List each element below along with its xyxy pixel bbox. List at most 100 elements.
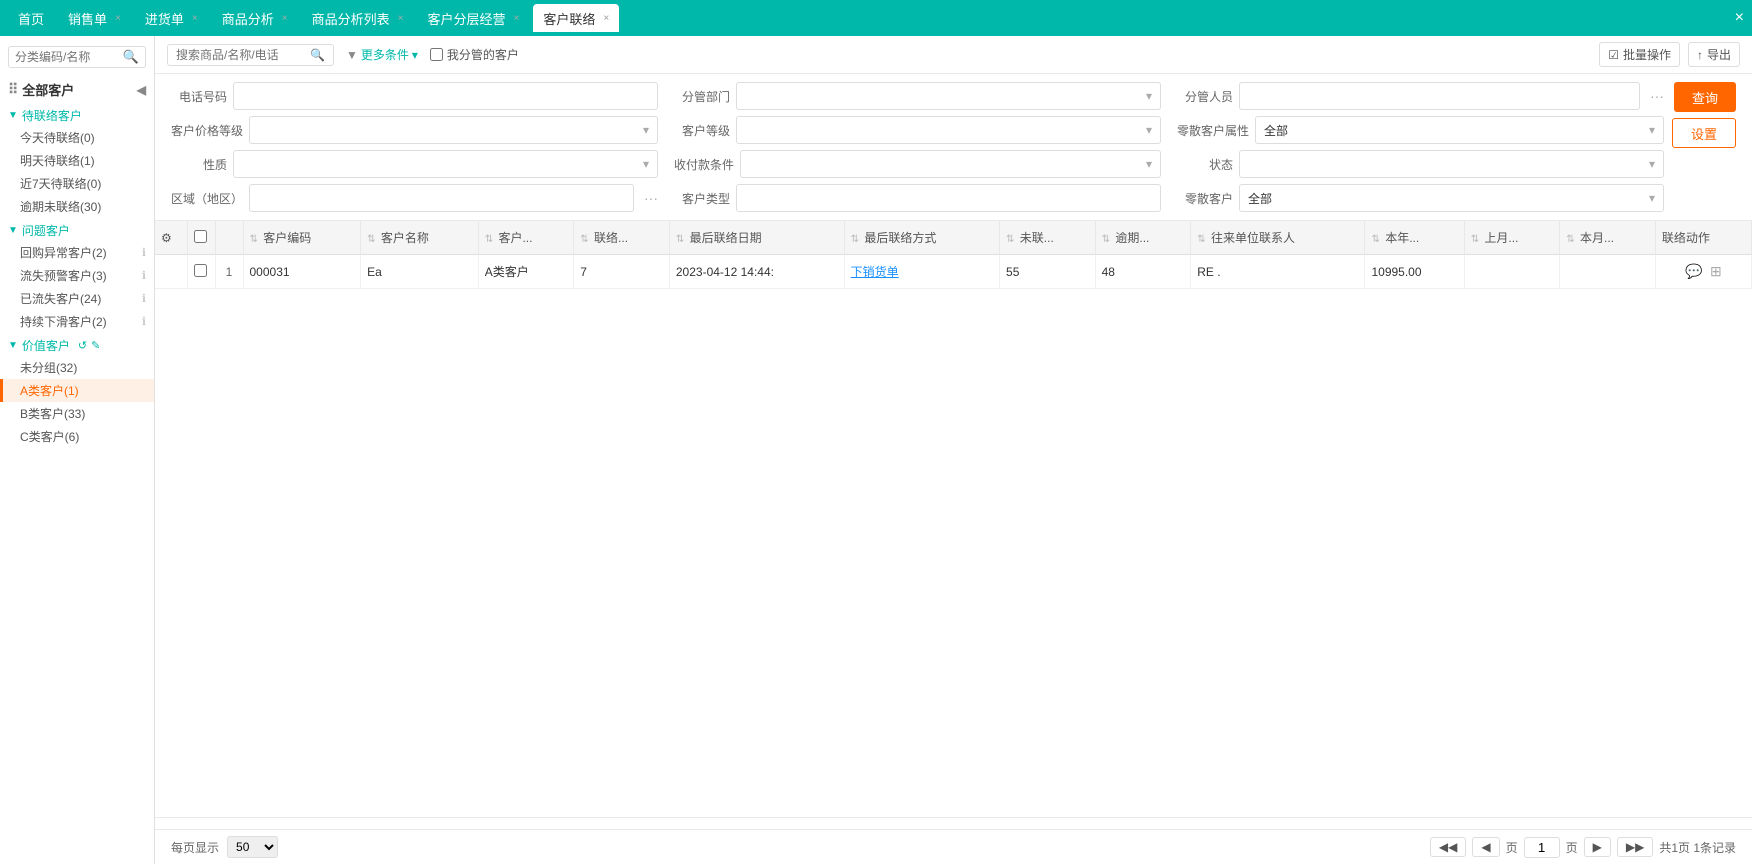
my-customers-checkbox[interactable]: 我分管的客户: [430, 46, 519, 63]
chat-icon[interactable]: 💬: [1685, 263, 1702, 279]
col-overdue-label: 逾期...: [1115, 231, 1149, 245]
dept-select[interactable]: ▾: [736, 82, 1161, 110]
retail-attr-select[interactable]: 全部 ▾: [1255, 116, 1664, 144]
col-year-amount[interactable]: ⇅ 本年...: [1365, 221, 1464, 255]
close-icon[interactable]: ×: [603, 13, 609, 24]
region-input[interactable]: [249, 184, 634, 212]
pending-contact-group[interactable]: ▼ 待联络客户: [0, 103, 154, 126]
nav-item-home[interactable]: 首页: [8, 4, 54, 32]
retail-customer-select[interactable]: 全部 ▾: [1239, 184, 1664, 212]
my-customers-check[interactable]: [430, 48, 443, 61]
payment-select[interactable]: ▾: [740, 150, 1161, 178]
col-category-label: 客户...: [498, 231, 532, 245]
manager-input[interactable]: [1239, 82, 1640, 110]
nav-item-goods-list[interactable]: 商品分析列表 ×: [302, 4, 414, 32]
next-next-btn[interactable]: ▶▶: [1617, 837, 1653, 857]
collapse-icon[interactable]: ◀: [137, 83, 146, 97]
close-icon[interactable]: ×: [513, 13, 519, 24]
nav-item-purchase[interactable]: 进货单 ×: [135, 4, 208, 32]
prev-prev-btn[interactable]: ◀◀: [1430, 837, 1466, 857]
problem-customers-group[interactable]: ▼ 问题客户: [0, 218, 154, 241]
col-category[interactable]: ⇅ 客户...: [478, 221, 574, 255]
a-class-customers[interactable]: A类客户(1): [0, 379, 154, 402]
week-pending[interactable]: 近7天待联络(0): [0, 172, 154, 195]
prev-btn[interactable]: ◀: [1472, 837, 1499, 857]
close-icon[interactable]: ×: [398, 13, 404, 24]
gear-icon[interactable]: ⚙: [161, 231, 172, 245]
close-icon[interactable]: ×: [192, 13, 198, 24]
c-class-customers[interactable]: C类客户(6): [0, 425, 154, 448]
search-input[interactable]: [176, 48, 306, 62]
nature-select[interactable]: ▾: [233, 150, 658, 178]
sidebar-all-customers-header[interactable]: ⠿ 全部客户 ◀: [0, 76, 154, 103]
col-this-month[interactable]: ⇅ 本月...: [1560, 221, 1656, 255]
price-grade-select[interactable]: ▾: [249, 116, 658, 144]
col-no-contact[interactable]: ⇅ 未联...: [1000, 221, 1096, 255]
col-last-month[interactable]: ⇅ 上月...: [1464, 221, 1560, 255]
nav-item-sales[interactable]: 销售单 ×: [58, 4, 131, 32]
value-customers-group[interactable]: ▼ 价值客户 ↺ ✎: [0, 333, 154, 356]
nav-item-goods-analysis[interactable]: 商品分析 ×: [212, 4, 298, 32]
per-page-select[interactable]: 50 100 200: [227, 836, 278, 858]
ellipsis-icon[interactable]: ···: [644, 190, 658, 206]
tomorrow-pending[interactable]: 明天待联络(1): [0, 149, 154, 172]
close-icon[interactable]: ×: [282, 13, 288, 24]
page-number-input[interactable]: [1524, 837, 1560, 858]
phone-input[interactable]: [233, 82, 658, 110]
retail-customer-label: 零散客户: [1177, 190, 1233, 207]
overdue-contact[interactable]: 逾期未联络(30): [0, 195, 154, 218]
search-box[interactable]: 🔍: [167, 44, 334, 66]
row-last-month: [1464, 255, 1560, 289]
overdue-contact-label: 逾期未联络(30): [20, 198, 101, 215]
repurchase-abnormal[interactable]: 回购异常客户(2) ℹ: [0, 241, 154, 264]
dept-field: 分管部门 ▾: [674, 82, 1161, 110]
ellipsis-icon[interactable]: ···: [1650, 88, 1664, 104]
sort-icon: ⇅: [1371, 234, 1379, 245]
batch-op-button[interactable]: ☑ 批量操作: [1599, 42, 1680, 67]
edit-icon[interactable]: ✎: [91, 339, 100, 352]
scroll-area[interactable]: [155, 817, 1752, 829]
customer-type-input[interactable]: [736, 184, 1161, 212]
row-check[interactable]: [194, 264, 207, 277]
col-overdue[interactable]: ⇅ 逾期...: [1095, 221, 1191, 255]
row-action[interactable]: 💬 ⊞: [1655, 255, 1751, 289]
next-btn[interactable]: ▶: [1584, 837, 1611, 857]
col-last-date[interactable]: ⇅ 最后联络日期: [669, 221, 844, 255]
setting-button[interactable]: 设置: [1672, 118, 1736, 148]
select-all-checkbox[interactable]: [194, 230, 207, 243]
close-icon[interactable]: ×: [115, 13, 121, 24]
row-category: A类客户: [478, 255, 574, 289]
sidebar-search-input[interactable]: [15, 50, 123, 64]
refresh-icon[interactable]: ↺: [78, 339, 87, 352]
col-customer-code[interactable]: ⇅ 客户编码: [243, 221, 361, 255]
row-checkbox[interactable]: [187, 255, 215, 289]
col-last-month-label: 上月...: [1484, 231, 1518, 245]
col-last-method[interactable]: ⇅ 最后联络方式: [844, 221, 999, 255]
col-settings[interactable]: ⚙: [155, 221, 187, 255]
nav-item-customer-tier[interactable]: 客户分层经营 ×: [417, 4, 529, 32]
dept-label: 分管部门: [674, 88, 730, 105]
nav-item-customer-contact[interactable]: 客户联络 ×: [533, 4, 619, 32]
more-filters-button[interactable]: ▼ 更多条件 ▾: [346, 46, 418, 63]
col-customer-name[interactable]: ⇅ 客户名称: [361, 221, 479, 255]
ungroup[interactable]: 未分组(32): [0, 356, 154, 379]
qr-icon[interactable]: ⊞: [1710, 263, 1722, 279]
customer-grade-select[interactable]: ▾: [736, 116, 1161, 144]
col-contact-count[interactable]: ⇅ 联络...: [574, 221, 670, 255]
status-select[interactable]: ▾: [1239, 150, 1664, 178]
col-contact-person[interactable]: ⇅ 往来单位联系人: [1191, 221, 1365, 255]
b-class-customers[interactable]: B类客户(33): [0, 402, 154, 425]
col-checkbox[interactable]: [187, 221, 215, 255]
close-all-button[interactable]: ×: [1735, 9, 1744, 27]
query-button[interactable]: 查询: [1674, 82, 1736, 112]
continuous-decline-label: 持续下滑客户(2): [20, 313, 107, 330]
continuous-decline[interactable]: 持续下滑客户(2) ℹ: [0, 310, 154, 333]
churned[interactable]: 已流失客户(24) ℹ: [0, 287, 154, 310]
arrow-icon: ▾: [1649, 123, 1655, 137]
today-pending[interactable]: 今天待联络(0): [0, 126, 154, 149]
sidebar-search-box[interactable]: 🔍: [8, 46, 146, 68]
row-last-method[interactable]: 下销货单: [844, 255, 999, 289]
churn-warning[interactable]: 流失预警客户(3) ℹ: [0, 264, 154, 287]
nature-label: 性质: [171, 156, 227, 173]
export-button[interactable]: ↑ 导出: [1688, 42, 1740, 67]
